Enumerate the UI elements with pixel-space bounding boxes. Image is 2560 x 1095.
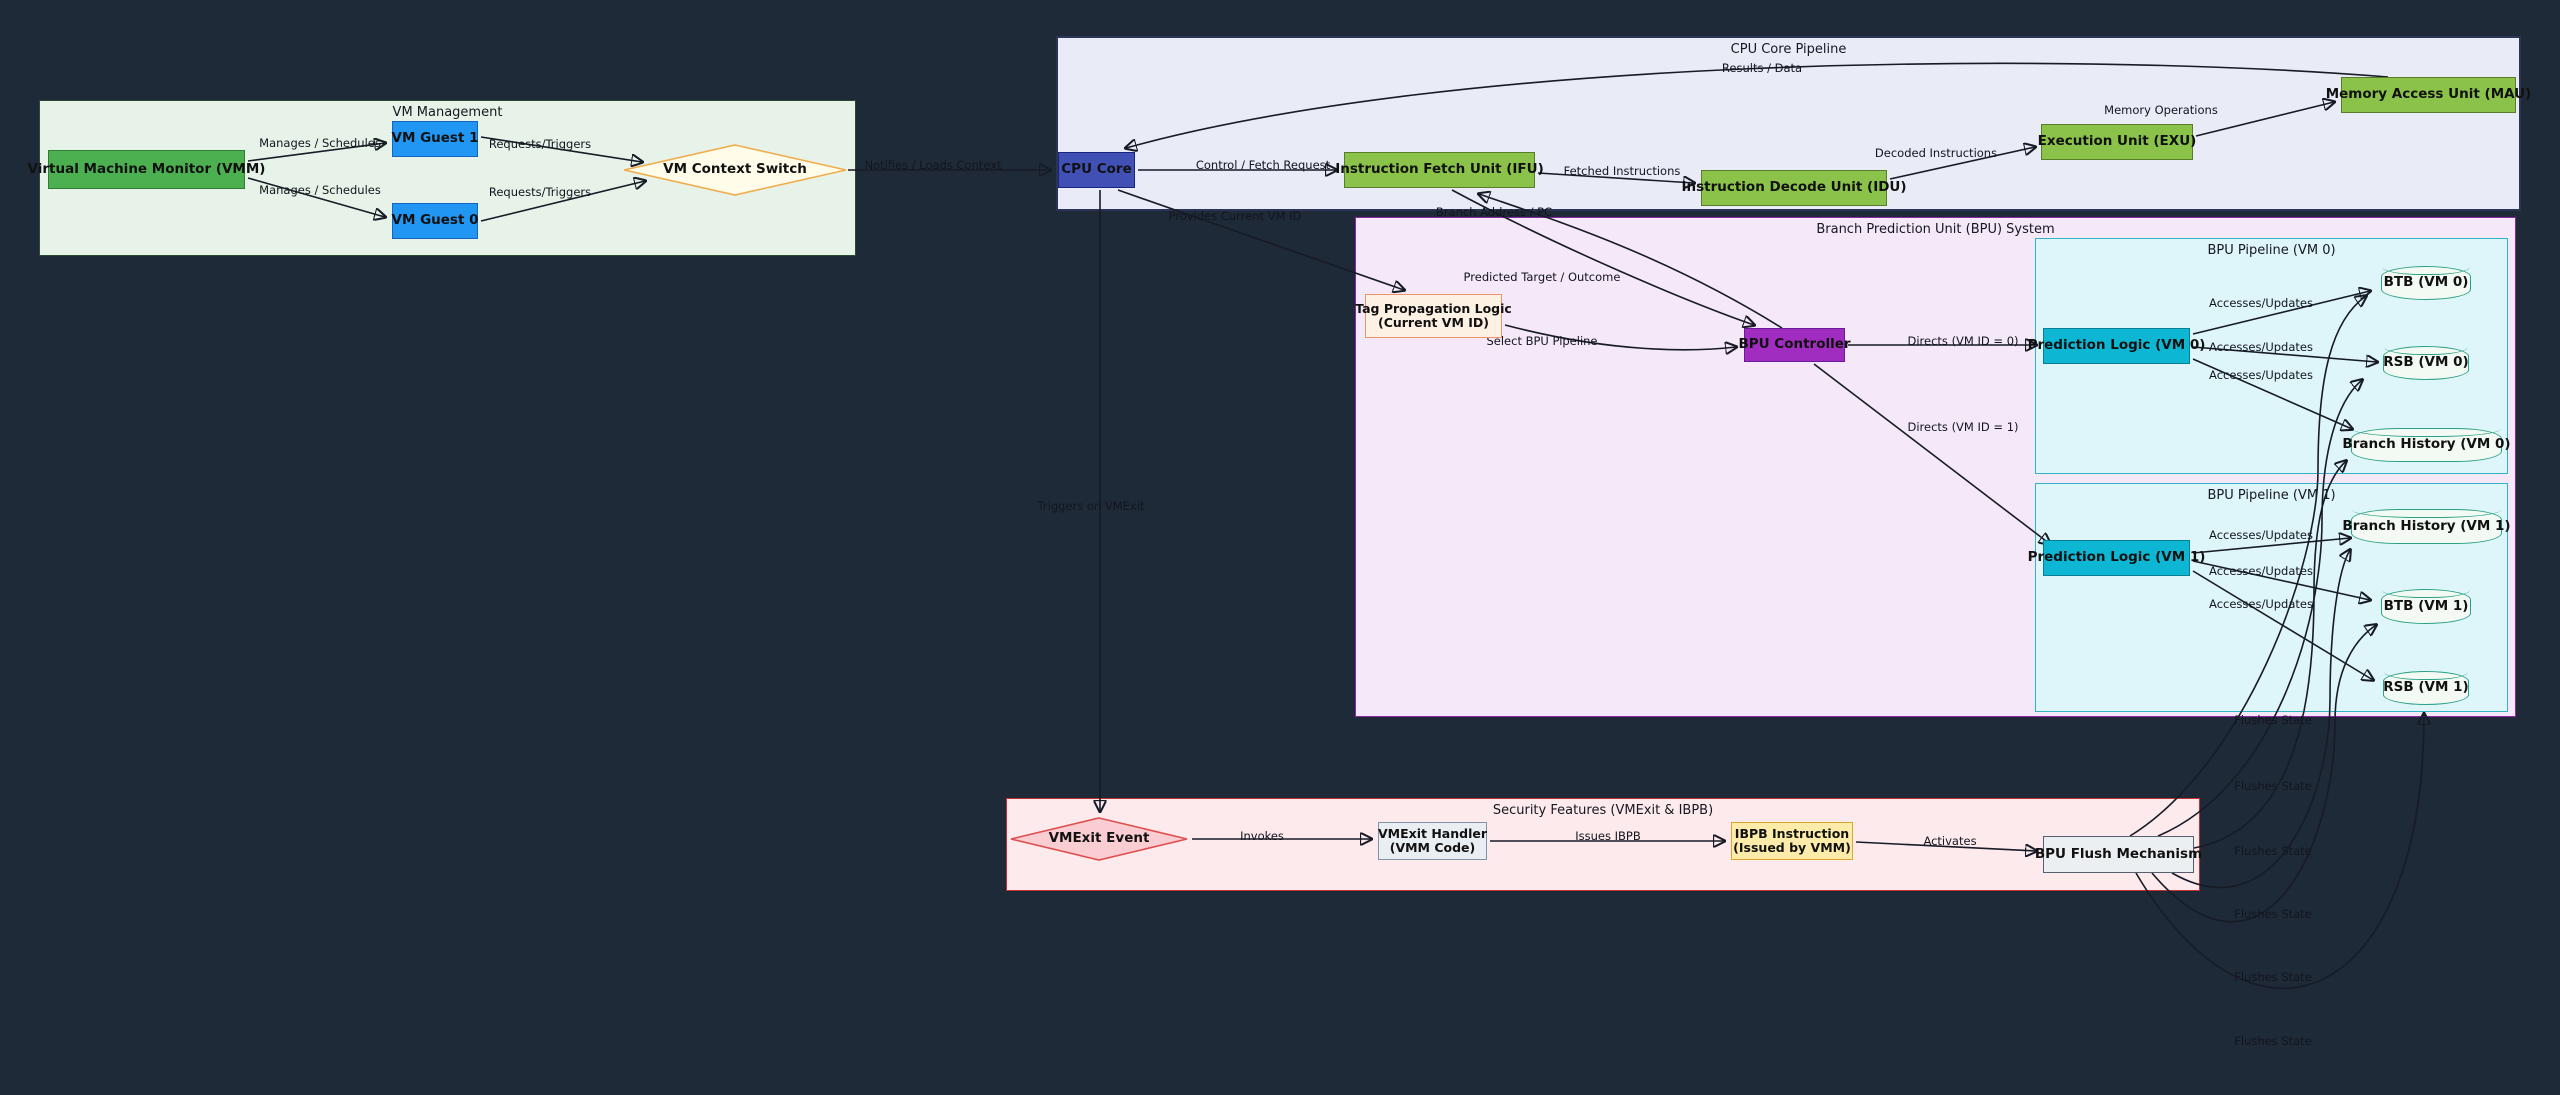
node-branch-history-vm0-label: Branch History (VM 0) <box>2342 436 2511 453</box>
node-cpu-core-label: CPU Core <box>1061 161 1132 178</box>
node-vm-context-switch: VM Context Switch <box>622 144 848 196</box>
node-idu-label: Instruction Decode Unit (IDU) <box>1681 179 1907 196</box>
edge-label: Decoded Instructions <box>1874 146 1998 160</box>
node-exu-label: Execution Unit (EXU) <box>2037 133 2197 150</box>
node-vmexit-handler-line1: VMExit Handler <box>1378 825 1487 841</box>
edge-label: Fetched Instructions <box>1563 164 1681 178</box>
edge-label: Directs (VM ID = 1) <box>1907 420 2019 434</box>
node-tag-propagation-line1: Tag Propagation Logic <box>1355 300 1512 316</box>
node-branch-history-vm1: Branch History (VM 1) <box>2342 509 2511 544</box>
node-exu: Execution Unit (EXU) <box>2038 124 2196 160</box>
node-cpu-core: CPU Core <box>1058 152 1135 188</box>
node-ibpb-instruction-line2: (Issued by VMM) <box>1733 840 1851 855</box>
node-btb-vm1: BTB (VM 1) <box>2381 589 2471 624</box>
edge-label: Flushes State <box>2234 1034 2312 1048</box>
edge-label: Requests/Triggers <box>488 137 592 151</box>
node-vmexit-handler-line2: (VMM Code) <box>1389 840 1476 855</box>
edge-label: Flushes State <box>2234 779 2312 793</box>
node-prediction-logic-vm0-label: Prediction Logic (VM 0) <box>2027 337 2206 354</box>
cylinder-rim <box>2382 590 2470 598</box>
edge-label: Invokes <box>1240 829 1284 843</box>
node-btb-vm0: BTB (VM 0) <box>2381 266 2471 300</box>
node-ifu-label: Instruction Fetch Unit (IFU) <box>1335 161 1544 178</box>
node-ibpb-instruction-line1: IBPB Instruction <box>1734 825 1850 841</box>
node-vm-guest-1-label: VM Guest 1 <box>391 130 479 147</box>
edge-label: Control / Fetch Request <box>1195 158 1331 172</box>
node-btb-vm0-label: BTB (VM 0) <box>2383 274 2469 291</box>
node-prediction-logic-vm0: Prediction Logic (VM 0) <box>2028 328 2205 364</box>
node-mau-label: Memory Access Unit (MAU) <box>2325 86 2532 103</box>
edge-label: Accesses/Updates <box>2209 564 2313 578</box>
node-vmexit-event-label: VMExit Event <box>1048 830 1150 847</box>
node-vm-guest-0: VM Guest 0 <box>391 203 479 239</box>
edge-label: Activates <box>1923 834 1977 848</box>
edge-label: Triggers on VMExit <box>1037 499 1145 513</box>
edge-label: Accesses/Updates <box>2209 296 2313 310</box>
node-btb-vm1-label: BTB (VM 1) <box>2383 597 2469 614</box>
edge-label: Issues IBPB <box>1575 829 1641 843</box>
edge-label: Accesses/Updates <box>2209 528 2313 542</box>
edge-label: Accesses/Updates <box>2209 340 2313 354</box>
node-mau: Memory Access Unit (MAU) <box>2326 77 2531 113</box>
diagram-canvas: VM Management CPU Core Pipeline Branch P… <box>0 0 2560 1095</box>
node-tag-propagation-line2: (Current VM ID) <box>1377 315 1490 330</box>
edge-label: Flushes State <box>2234 907 2312 921</box>
node-rsb-vm1: RSB (VM 1) <box>2383 671 2469 705</box>
edge-bpucontroller-plvm1 <box>1813 363 2050 544</box>
node-vm-context-switch-label: VM Context Switch <box>663 161 807 178</box>
edge-label: Accesses/Updates <box>2209 597 2313 611</box>
node-vmexit-event: VMExit Event <box>1009 817 1189 861</box>
edge-label: Memory Operations <box>2104 103 2218 117</box>
node-vmexit-handler: VMExit Handler (VMM Code) <box>1378 822 1487 860</box>
node-tag-propagation: Tag Propagation Logic (Current VM ID) <box>1355 294 1512 338</box>
node-vm-guest-0-label: VM Guest 0 <box>391 212 479 229</box>
node-prediction-logic-vm1: Prediction Logic (VM 1) <box>2028 540 2205 576</box>
node-bpu-controller-label: BPU Controller <box>1738 336 1851 353</box>
node-branch-history-vm1-label: Branch History (VM 1) <box>2342 517 2511 534</box>
cylinder-rim <box>2352 510 2501 518</box>
edge-label: Results / Data <box>1721 61 1803 75</box>
edge-label: Notifies / Loads Context <box>864 158 1002 172</box>
edge-label: Accesses/Updates <box>2209 368 2313 382</box>
edge-label: Provides Current VM ID <box>1168 209 1302 223</box>
node-bpu-flush-mechanism-label: BPU Flush Mechanism <box>2034 845 2203 862</box>
node-prediction-logic-vm1-label: Prediction Logic (VM 1) <box>2027 549 2206 566</box>
edge-label: Flushes State <box>2234 844 2312 858</box>
edge-label: Requests/Triggers <box>488 185 592 199</box>
node-bpu-flush-mechanism: BPU Flush Mechanism <box>2035 836 2202 873</box>
node-idu: Instruction Decode Unit (IDU) <box>1681 170 1907 206</box>
node-bpu-controller: BPU Controller <box>1738 328 1851 362</box>
node-branch-history-vm0: Branch History (VM 0) <box>2342 428 2511 462</box>
node-vmm: Virtual Machine Monitor (VMM) <box>28 150 265 189</box>
node-ibpb-instruction: IBPB Instruction (Issued by VMM) <box>1731 822 1853 860</box>
edge-cpucore-tagprop <box>1117 189 1404 290</box>
edge-label: Predicted Target / Outcome <box>1463 270 1621 284</box>
edge-label: Flushes State <box>2234 970 2312 984</box>
node-vmm-label: Virtual Machine Monitor (VMM) <box>27 160 266 177</box>
edge-label: Branch Address / PC <box>1435 205 1553 219</box>
node-rsb-vm1-label: RSB (VM 1) <box>2383 679 2469 696</box>
node-rsb-vm0-label: RSB (VM 0) <box>2383 354 2469 371</box>
node-ifu: Instruction Fetch Unit (IFU) <box>1335 152 1544 188</box>
edge-label: Manages / Schedules <box>259 183 381 197</box>
node-rsb-vm0: RSB (VM 0) <box>2383 346 2469 380</box>
edge-label: Directs (VM ID = 0) <box>1907 334 2019 348</box>
edge-label: Select BPU Pipeline <box>1486 334 1598 348</box>
edge-label: Flushes State <box>2234 713 2312 727</box>
edge-label: Manages / Schedules <box>259 136 381 150</box>
node-vm-guest-1: VM Guest 1 <box>391 121 479 157</box>
